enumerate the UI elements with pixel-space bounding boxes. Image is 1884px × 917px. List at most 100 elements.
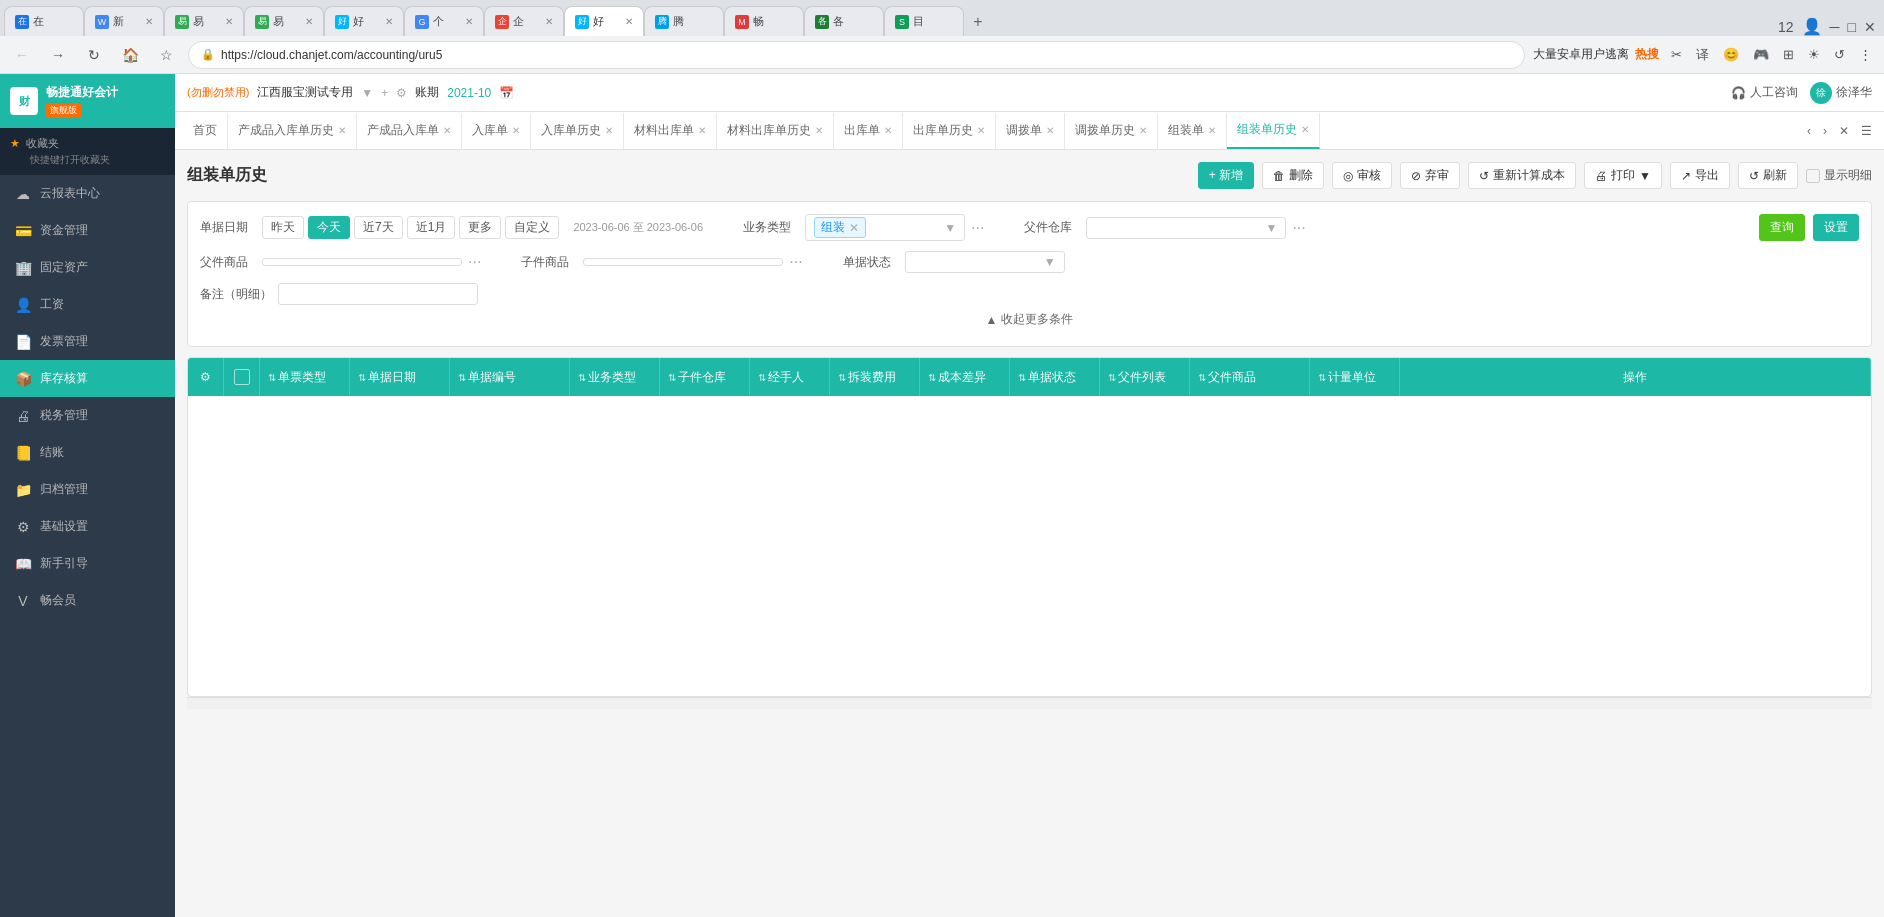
parent-goods-dots[interactable]: ··· xyxy=(468,253,481,271)
material-out-close[interactable]: ✕ xyxy=(698,125,706,136)
date-btn-custom[interactable]: 自定义 xyxy=(505,216,559,239)
star-button[interactable]: ☆ xyxy=(152,41,180,69)
menu-item-settlement[interactable]: 📒 结账 xyxy=(0,434,175,471)
close-icon[interactable]: ✕ xyxy=(1864,19,1876,35)
business-type-input[interactable]: 组装 ✕ ▼ xyxy=(805,214,965,241)
menu-item-archive[interactable]: 📁 归档管理 xyxy=(0,471,175,508)
date-btn-more[interactable]: 更多 xyxy=(459,216,501,239)
tab-prev-icon[interactable]: ‹ xyxy=(1803,120,1815,142)
tab-close-6[interactable]: ✕ xyxy=(545,16,553,27)
browser-tab-10[interactable]: 各 各 xyxy=(804,6,884,36)
tab-menu-icon[interactable]: ☰ xyxy=(1857,120,1876,142)
filter-settings-button[interactable]: 设置 xyxy=(1813,214,1859,241)
header-tab-out-history[interactable]: 出库单历史 ✕ xyxy=(903,113,996,149)
parent-warehouse-input[interactable]: ▼ xyxy=(1086,217,1286,239)
browser-tab-4[interactable]: 好 好 ✕ xyxy=(324,6,404,36)
header-checkbox[interactable] xyxy=(234,369,250,385)
menu-item-member[interactable]: V 畅会员 xyxy=(0,582,175,619)
product-in-history-close[interactable]: ✕ xyxy=(338,125,346,136)
menu-item-invoice[interactable]: 📄 发票管理 xyxy=(0,323,175,360)
date-btn-today[interactable]: 今天 xyxy=(308,216,350,239)
forward-button[interactable]: → xyxy=(44,41,72,69)
bill-status-select[interactable]: ▼ xyxy=(905,251,1065,273)
business-type-tag-close[interactable]: ✕ xyxy=(849,221,859,235)
collapse-bar[interactable]: ▲ 收起更多条件 xyxy=(200,305,1859,334)
header-tab-storage-in-history[interactable]: 入库单历史 ✕ xyxy=(531,113,624,149)
menu-item-guide[interactable]: 📖 新手引导 xyxy=(0,545,175,582)
th-check[interactable] xyxy=(224,358,260,396)
assemble-close[interactable]: ✕ xyxy=(1208,125,1216,136)
tab-close-2[interactable]: ✕ xyxy=(225,16,233,27)
out-history-close[interactable]: ✕ xyxy=(977,125,985,136)
menu-item-finance[interactable]: 💳 资金管理 xyxy=(0,212,175,249)
menu-dots-icon[interactable]: ⋮ xyxy=(1855,43,1876,66)
translate-icon[interactable]: 译 xyxy=(1692,42,1713,68)
th-bill-status[interactable]: ⇅ 单据状态 xyxy=(1010,358,1100,396)
display-detail-toggle[interactable]: 显示明细 xyxy=(1806,167,1872,184)
menu-item-inventory[interactable]: 📦 库存核算 xyxy=(0,360,175,397)
browser-tab-2[interactable]: 易 易 ✕ xyxy=(164,6,244,36)
theme-icon[interactable]: ☀ xyxy=(1804,43,1824,66)
menu-item-fixed-assets[interactable]: 🏢 固定资产 xyxy=(0,249,175,286)
url-bar[interactable]: 🔒 https://cloud.chanjet.com/accounting/u… xyxy=(188,41,1525,69)
plus-icon[interactable]: + xyxy=(381,86,388,100)
th-cost-diff[interactable]: ⇅ 成本差异 xyxy=(920,358,1010,396)
parent-goods-input[interactable] xyxy=(262,258,462,266)
tab-close-5[interactable]: ✕ xyxy=(465,16,473,27)
header-tab-product-in[interactable]: 产成品入库单 ✕ xyxy=(357,113,462,149)
header-tab-storage-in[interactable]: 入库单 ✕ xyxy=(462,113,531,149)
date-btn-yesterday[interactable]: 昨天 xyxy=(262,216,304,239)
recalc-button[interactable]: ↺ 重新计算成本 xyxy=(1468,162,1576,189)
service-btn[interactable]: 🎧 人工咨询 xyxy=(1731,84,1798,101)
browser-tab-6[interactable]: 企 企 ✕ xyxy=(484,6,564,36)
profile-icon[interactable]: 👤 xyxy=(1802,17,1822,36)
tab-close-4[interactable]: ✕ xyxy=(385,16,393,27)
grid-icon[interactable]: ⊞ xyxy=(1779,43,1798,66)
th-bill-type[interactable]: ⇅ 单票类型 xyxy=(260,358,350,396)
business-type-dots[interactable]: ··· xyxy=(971,219,984,237)
export-button[interactable]: ↗ 导出 xyxy=(1670,162,1730,189)
header-tab-assemble-history[interactable]: 组装单历史 ✕ xyxy=(1227,113,1320,149)
note-input[interactable] xyxy=(278,283,478,305)
menu-item-cloud-report[interactable]: ☁ 云报表中心 xyxy=(0,175,175,212)
transfer-history-close[interactable]: ✕ xyxy=(1139,125,1147,136)
assemble-history-close[interactable]: ✕ xyxy=(1301,124,1309,135)
browser-tab-5[interactable]: G 个 ✕ xyxy=(404,6,484,36)
refresh-nav-button[interactable]: ↻ xyxy=(80,41,108,69)
browser-tab-3[interactable]: 易 易 ✕ xyxy=(244,6,324,36)
th-unit[interactable]: ⇅ 计量单位 xyxy=(1310,358,1400,396)
th-settings[interactable]: ⚙ xyxy=(188,358,224,396)
browser-tab-1[interactable]: W 新 ✕ xyxy=(84,6,164,36)
date-btn-7days[interactable]: 近7天 xyxy=(354,216,403,239)
browser-tab-0[interactable]: 在 在 xyxy=(4,6,84,36)
query-button[interactable]: 查询 xyxy=(1759,214,1805,241)
maximize-icon[interactable]: □ xyxy=(1848,19,1856,35)
menu-item-settings[interactable]: ⚙ 基础设置 xyxy=(0,508,175,545)
tab-close-all-icon[interactable]: ✕ xyxy=(1835,120,1853,142)
header-tab-transfer[interactable]: 调拨单 ✕ xyxy=(996,113,1065,149)
bookmark-section[interactable]: ★ 收藏夹 快捷键打开收藏夹 xyxy=(0,128,175,175)
history-icon[interactable]: ↺ xyxy=(1830,43,1849,66)
tab-close-7[interactable]: ✕ xyxy=(625,16,633,27)
header-tab-material-out[interactable]: 材料出库单 ✕ xyxy=(624,113,717,149)
delete-button[interactable]: 🗑 删除 xyxy=(1262,162,1324,189)
game-icon[interactable]: 🎮 xyxy=(1749,43,1773,66)
th-business-type[interactable]: ⇅ 业务类型 xyxy=(570,358,660,396)
header-tab-product-in-history[interactable]: 产成品入库单历史 ✕ xyxy=(228,113,357,149)
calendar-icon[interactable]: 📅 xyxy=(499,86,514,100)
print-button[interactable]: 🖨 打印 ▼ xyxy=(1584,162,1662,189)
header-tab-home[interactable]: 首页 xyxy=(183,113,228,149)
horizontal-scrollbar[interactable] xyxy=(187,697,1872,709)
th-parent-goods[interactable]: ⇅ 父件商品 xyxy=(1190,358,1310,396)
scissors-icon[interactable]: ✂ xyxy=(1667,43,1686,66)
tab-close-3[interactable]: ✕ xyxy=(305,16,313,27)
minimize-icon[interactable]: ─ xyxy=(1830,19,1840,35)
gear-settings-icon[interactable]: ⚙ xyxy=(396,86,407,100)
product-in-close[interactable]: ✕ xyxy=(443,125,451,136)
tab-next-icon[interactable]: › xyxy=(1819,120,1831,142)
menu-item-tax[interactable]: 🖨 税务管理 xyxy=(0,397,175,434)
menu-item-salary[interactable]: 👤 工资 xyxy=(0,286,175,323)
storage-in-close[interactable]: ✕ xyxy=(512,125,520,136)
parent-warehouse-dots[interactable]: ··· xyxy=(1292,219,1305,237)
browser-tab-11[interactable]: S 目 xyxy=(884,6,964,36)
